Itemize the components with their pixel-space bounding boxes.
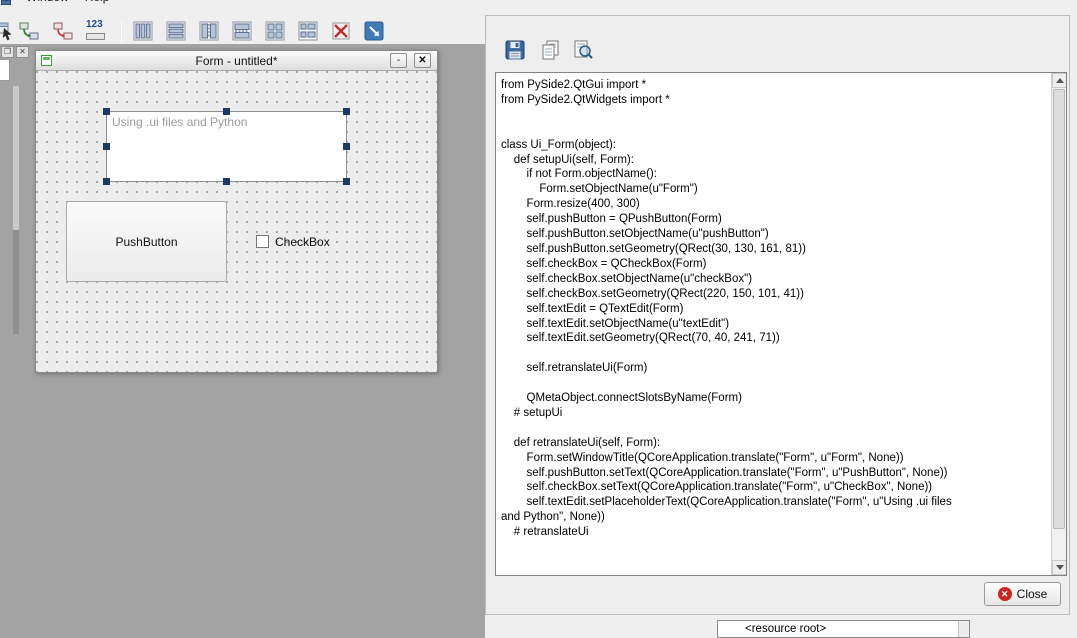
layout-vertical-splitter-icon <box>231 20 253 42</box>
break-layout-icon <box>330 20 352 42</box>
layout-grid-icon <box>264 20 286 42</box>
layout-horizontal-splitter-button[interactable] <box>197 19 221 43</box>
form-window-title: Form - untitled* <box>36 54 437 68</box>
edit-tab-order-button[interactable]: 123 <box>84 19 108 43</box>
find-icon <box>571 38 595 62</box>
edit-widgets-icon <box>0 20 15 42</box>
scrollbar-thumb[interactable] <box>1053 89 1065 529</box>
copy-button[interactable] <box>538 37 564 63</box>
toolbar-separator <box>121 21 122 42</box>
form-titlebar[interactable]: Form - untitled* - ✕ <box>36 51 437 71</box>
menu-window[interactable]: Window <box>26 0 69 4</box>
edit-buddies-button[interactable] <box>51 19 75 43</box>
selection-handle[interactable] <box>343 108 350 115</box>
resource-scrollbar[interactable] <box>958 621 969 637</box>
app-icon <box>1 0 11 5</box>
checkbox-label: CheckBox <box>275 235 330 249</box>
close-x-icon: ✕ <box>998 587 1012 601</box>
edit-buddies-icon <box>52 20 74 42</box>
layout-vertical-button[interactable] <box>164 19 188 43</box>
mdi-area: ❐ ✕ Form - untitled* - ✕ Using .ui files… <box>0 44 485 638</box>
scroll-down-button[interactable] <box>1052 560 1067 575</box>
adjust-size-button[interactable] <box>362 19 386 43</box>
edit-tab-order-icon: 123 <box>85 20 107 42</box>
layout-horizontal-splitter-icon <box>198 20 220 42</box>
selection-handle[interactable] <box>223 178 230 185</box>
close-button[interactable]: ✕ Close <box>984 582 1061 606</box>
edit-signals-slots-button[interactable] <box>17 19 41 43</box>
menu-items: Window Help <box>26 0 109 4</box>
layout-form-button[interactable] <box>296 19 320 43</box>
checkbox-widget[interactable]: CheckBox <box>256 221 357 262</box>
form-canvas[interactable]: Using .ui files and Python PushButton Ch… <box>36 71 437 372</box>
textedit-widget[interactable]: Using .ui files and Python <box>106 111 347 182</box>
save-icon <box>503 38 527 62</box>
arrow-down-icon <box>1056 565 1064 570</box>
dock-float-button[interactable]: ❐ <box>1 46 14 58</box>
tab-order-numbers: 123 <box>86 19 103 30</box>
checkbox-indicator[interactable] <box>256 235 269 248</box>
selection-handle[interactable] <box>343 143 350 150</box>
tab-order-widget-shape <box>86 33 105 40</box>
code-vertical-scrollbar[interactable] <box>1051 73 1066 575</box>
selection-handle[interactable] <box>223 108 230 115</box>
copy-icon <box>539 38 563 62</box>
resource-browser: <resource root> <box>717 620 970 638</box>
resource-root-item[interactable]: <resource root> <box>745 623 826 635</box>
layout-grid-button[interactable] <box>263 19 287 43</box>
selection-handle[interactable] <box>343 178 350 185</box>
dock-float-icon: ❐ <box>4 47 11 56</box>
layout-form-icon <box>297 20 319 42</box>
code-view: from PySide2.QtGui import * from PySide2… <box>495 72 1067 576</box>
layout-vertical-icon <box>165 20 187 42</box>
form-close-button[interactable]: ✕ <box>414 53 431 68</box>
find-button[interactable] <box>570 37 596 63</box>
selection-handle[interactable] <box>103 178 110 185</box>
main-toolbar: 123 <box>0 6 485 44</box>
code-preview-dialog: from PySide2.QtGui import * from PySide2… <box>485 15 1070 615</box>
form-minimize-button[interactable]: - <box>390 53 407 68</box>
selection-handle[interactable] <box>103 143 110 150</box>
edit-widgets-button[interactable] <box>0 19 16 43</box>
break-layout-button[interactable] <box>329 19 353 43</box>
adjust-size-icon <box>363 20 385 42</box>
qt-designer-window: Window Help <box>0 0 1077 638</box>
menu-help[interactable]: Help <box>85 0 110 4</box>
dock-close-button[interactable]: ✕ <box>16 46 29 58</box>
layout-horizontal-icon <box>132 20 154 42</box>
pushbutton-widget[interactable]: PushButton <box>66 201 227 282</box>
save-button[interactable] <box>502 37 528 63</box>
selection-handle[interactable] <box>103 108 110 115</box>
textedit-placeholder: Using .ui files and Python <box>112 115 247 129</box>
widgetbox-scrollbar[interactable] <box>13 86 19 334</box>
code-text[interactable]: from PySide2.QtGui import * from PySide2… <box>501 78 1048 573</box>
scroll-up-button[interactable] <box>1052 73 1067 88</box>
form-editor-window: Form - untitled* - ✕ Using .ui files and… <box>35 50 438 373</box>
close-button-label: Close <box>1017 587 1048 601</box>
widgetbox-scrollbar-thumb[interactable] <box>13 230 19 334</box>
arrow-up-icon <box>1056 78 1064 83</box>
layout-vertical-splitter-button[interactable] <box>230 19 254 43</box>
dock-close-icon: ✕ <box>19 47 26 56</box>
edit-signals-slots-icon <box>18 20 40 42</box>
widgetbox-filter-input[interactable] <box>0 59 10 81</box>
layout-horizontal-button[interactable] <box>131 19 155 43</box>
pushbutton-label: PushButton <box>115 235 177 249</box>
